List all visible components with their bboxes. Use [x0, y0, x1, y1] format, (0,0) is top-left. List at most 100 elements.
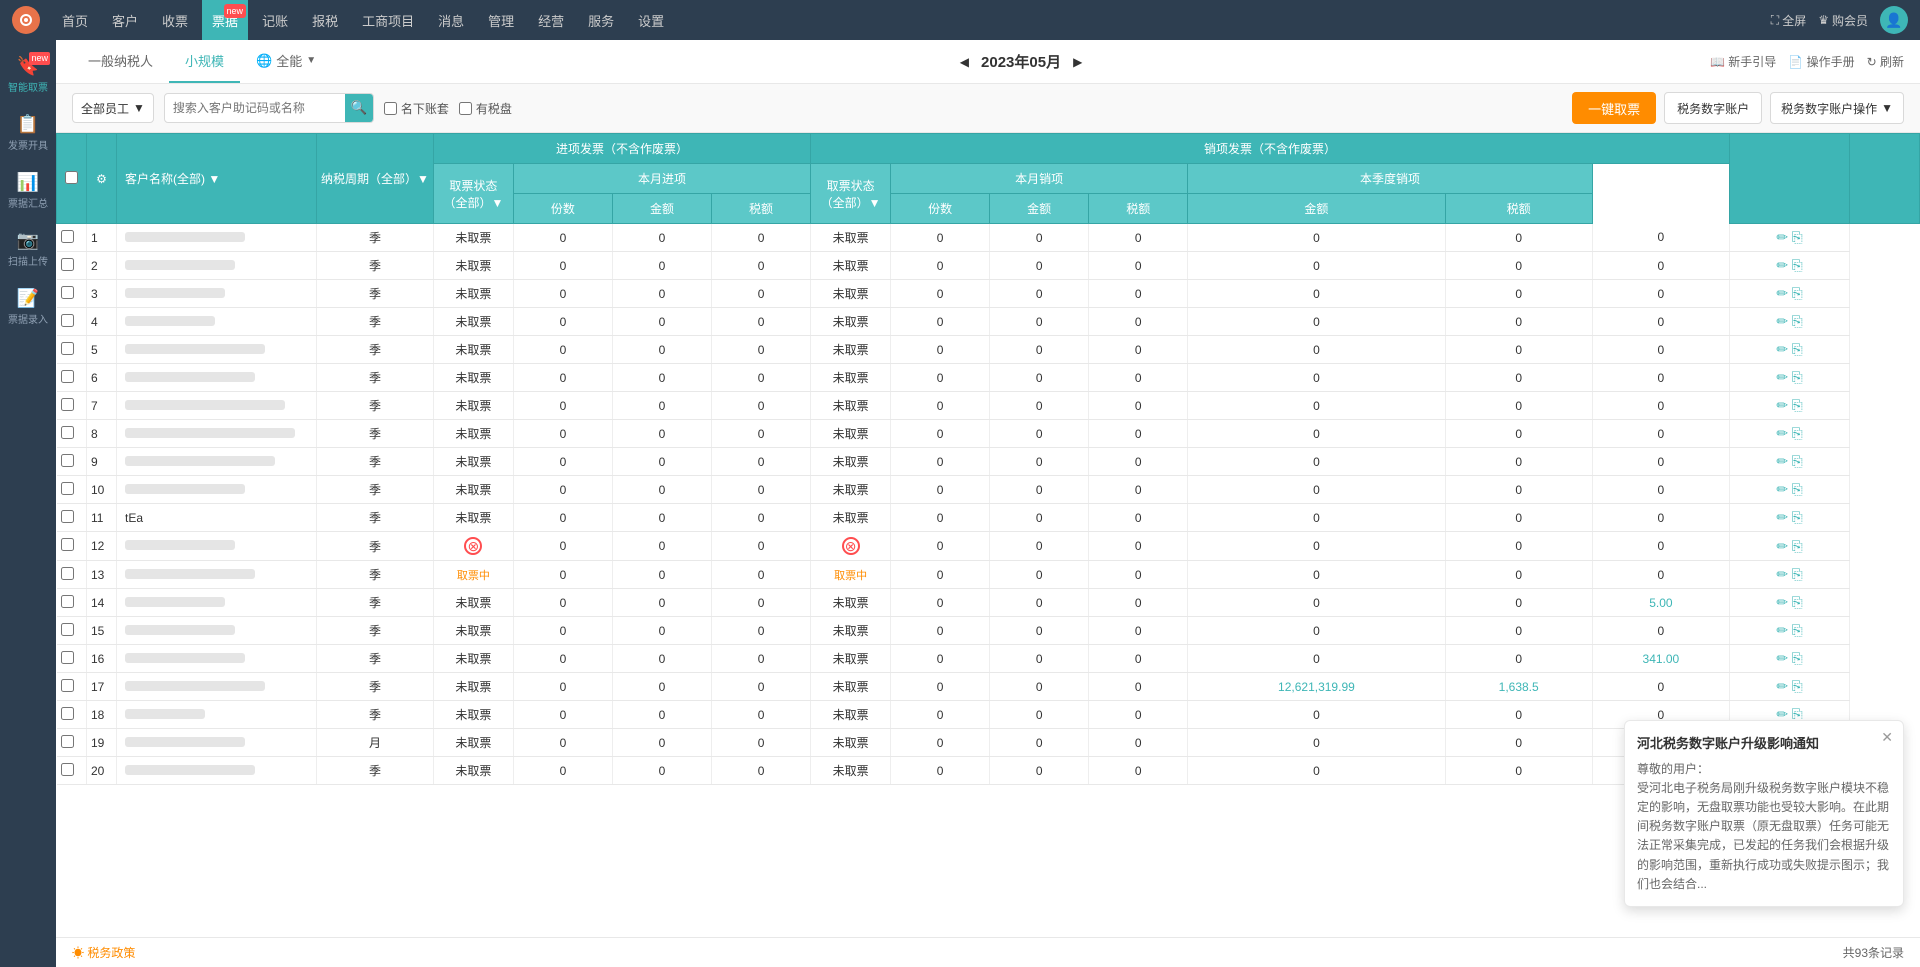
nav-customer[interactable]: 客户	[102, 0, 148, 40]
edit-icon[interactable]: ✏	[1776, 566, 1788, 582]
row-checkbox[interactable]	[61, 679, 74, 692]
q-amt-link[interactable]: 12,621,319.99	[1278, 680, 1355, 694]
copy-icon[interactable]: ⎘	[1791, 509, 1802, 525]
nav-receive[interactable]: 收票	[152, 0, 198, 40]
total-amt-link[interactable]: 341.00	[1643, 652, 1680, 666]
row-checkbox[interactable]	[61, 398, 74, 411]
row-checkbox[interactable]	[61, 567, 74, 580]
sub-accounts-checkbox-label[interactable]: 名下账套	[384, 100, 449, 117]
row-checkbox-cell[interactable]	[57, 532, 87, 561]
nav-manage[interactable]: 管理	[478, 0, 524, 40]
vip-btn[interactable]: ♛ 购会员	[1818, 12, 1868, 29]
edit-icon[interactable]: ✏	[1776, 285, 1788, 301]
copy-icon[interactable]: ⎘	[1791, 481, 1802, 497]
copy-icon[interactable]: ⎘	[1791, 594, 1802, 610]
row-checkbox-cell[interactable]	[57, 617, 87, 645]
edit-icon[interactable]: ✏	[1776, 453, 1788, 469]
tab-all[interactable]: 🌐 全能 ▼	[240, 41, 332, 83]
total-amt-link[interactable]: 5.00	[1649, 596, 1672, 610]
prev-period-btn[interactable]: ◀	[960, 55, 969, 69]
edit-icon[interactable]: ✏	[1776, 425, 1788, 441]
nav-home[interactable]: 首页	[52, 0, 98, 40]
row-checkbox[interactable]	[61, 426, 74, 439]
next-period-btn[interactable]: ▶	[1073, 55, 1082, 69]
tax-disk-checkbox-label[interactable]: 有税盘	[459, 100, 512, 117]
edit-icon[interactable]: ✏	[1776, 397, 1788, 413]
popup-close-btn[interactable]: ✕	[1881, 729, 1893, 746]
edit-icon[interactable]: ✏	[1776, 481, 1788, 497]
row-checkbox[interactable]	[61, 510, 74, 523]
copy-icon[interactable]: ⎘	[1791, 453, 1802, 469]
search-input[interactable]	[165, 94, 345, 122]
row-checkbox-cell[interactable]	[57, 280, 87, 308]
nav-business[interactable]: 工商项目	[352, 0, 424, 40]
edit-icon[interactable]: ✏	[1776, 313, 1788, 329]
copy-icon[interactable]: ⎘	[1791, 257, 1802, 273]
copy-icon[interactable]: ⎘	[1791, 622, 1802, 638]
manual-link[interactable]: 📄 操作手册	[1788, 53, 1854, 70]
row-checkbox[interactable]	[61, 258, 74, 271]
row-checkbox-cell[interactable]	[57, 308, 87, 336]
row-checkbox[interactable]	[61, 623, 74, 636]
nav-settings[interactable]: 设置	[628, 0, 674, 40]
copy-icon[interactable]: ⎘	[1791, 650, 1802, 666]
edit-icon[interactable]: ✏	[1776, 257, 1788, 273]
tab-small-scale[interactable]: 小规模	[169, 41, 240, 83]
copy-icon[interactable]: ⎘	[1791, 538, 1802, 554]
refresh-link[interactable]: ↻ 刷新	[1867, 53, 1904, 70]
row-checkbox-cell[interactable]	[57, 392, 87, 420]
out-status-header[interactable]: 取票状态（全部）▼	[811, 164, 891, 224]
tab-general-taxpayer[interactable]: 一般纳税人	[72, 41, 169, 83]
copy-icon[interactable]: ⎘	[1791, 397, 1802, 413]
select-all-checkbox[interactable]	[65, 171, 78, 184]
row-checkbox-cell[interactable]	[57, 420, 87, 448]
search-button[interactable]: 🔍	[345, 93, 373, 123]
row-checkbox[interactable]	[61, 286, 74, 299]
nav-message[interactable]: 消息	[428, 0, 474, 40]
row-checkbox[interactable]	[61, 342, 74, 355]
nav-service[interactable]: 服务	[578, 0, 624, 40]
tax-cycle-header[interactable]: 纳税周期（全部）▼	[317, 134, 434, 224]
row-checkbox[interactable]	[61, 482, 74, 495]
new-guide-link[interactable]: 📖 新手引导	[1710, 53, 1776, 70]
edit-icon[interactable]: ✏	[1776, 650, 1788, 666]
copy-icon[interactable]: ⎘	[1791, 369, 1802, 385]
nav-bookkeeping[interactable]: 记账	[252, 0, 298, 40]
customer-name-header[interactable]: 客户名称(全部) ▼	[117, 134, 317, 224]
fullscreen-btn[interactable]: ⛶ 全屏	[1771, 12, 1806, 29]
edit-icon[interactable]: ✏	[1776, 369, 1788, 385]
tax-digital-account-btn[interactable]: 税务数字账户	[1664, 92, 1762, 124]
one-click-fetch-btn[interactable]: 一键取票	[1572, 92, 1656, 124]
row-checkbox[interactable]	[61, 370, 74, 383]
row-checkbox-cell[interactable]	[57, 673, 87, 701]
row-checkbox[interactable]	[61, 595, 74, 608]
row-checkbox-cell[interactable]	[57, 701, 87, 729]
copy-icon[interactable]: ⎘	[1791, 313, 1802, 329]
sidebar-item-open-invoice[interactable]: 📋 发票开具	[0, 106, 56, 160]
tax-digital-account-actions-btn[interactable]: 税务数字账户操作 ▼	[1770, 92, 1904, 124]
copy-icon[interactable]: ⎘	[1791, 285, 1802, 301]
row-checkbox[interactable]	[61, 314, 74, 327]
row-checkbox[interactable]	[61, 230, 74, 243]
copy-icon[interactable]: ⎘	[1791, 229, 1802, 245]
user-avatar[interactable]: 👤	[1880, 6, 1908, 34]
row-checkbox-cell[interactable]	[57, 645, 87, 673]
nav-operation[interactable]: 经营	[528, 0, 574, 40]
edit-icon[interactable]: ✏	[1776, 229, 1788, 245]
sidebar-item-smart-invoice[interactable]: 🔖 智能取票 new	[0, 48, 56, 102]
row-checkbox-cell[interactable]	[57, 589, 87, 617]
row-checkbox[interactable]	[61, 454, 74, 467]
tax-policy-link[interactable]: ☀ 税务政策	[72, 944, 135, 961]
copy-icon[interactable]: ⎘	[1791, 566, 1802, 582]
row-checkbox-cell[interactable]	[57, 448, 87, 476]
sub-accounts-checkbox[interactable]	[384, 102, 397, 115]
row-checkbox-cell[interactable]	[57, 561, 87, 589]
row-checkbox-cell[interactable]	[57, 729, 87, 757]
row-checkbox-cell[interactable]	[57, 504, 87, 532]
copy-icon[interactable]: ⎘	[1791, 678, 1802, 694]
sidebar-item-scan[interactable]: 📷 扫描上传	[0, 222, 56, 276]
row-checkbox[interactable]	[61, 735, 74, 748]
copy-icon[interactable]: ⎘	[1791, 341, 1802, 357]
row-checkbox[interactable]	[61, 763, 74, 776]
edit-icon[interactable]: ✏	[1776, 594, 1788, 610]
